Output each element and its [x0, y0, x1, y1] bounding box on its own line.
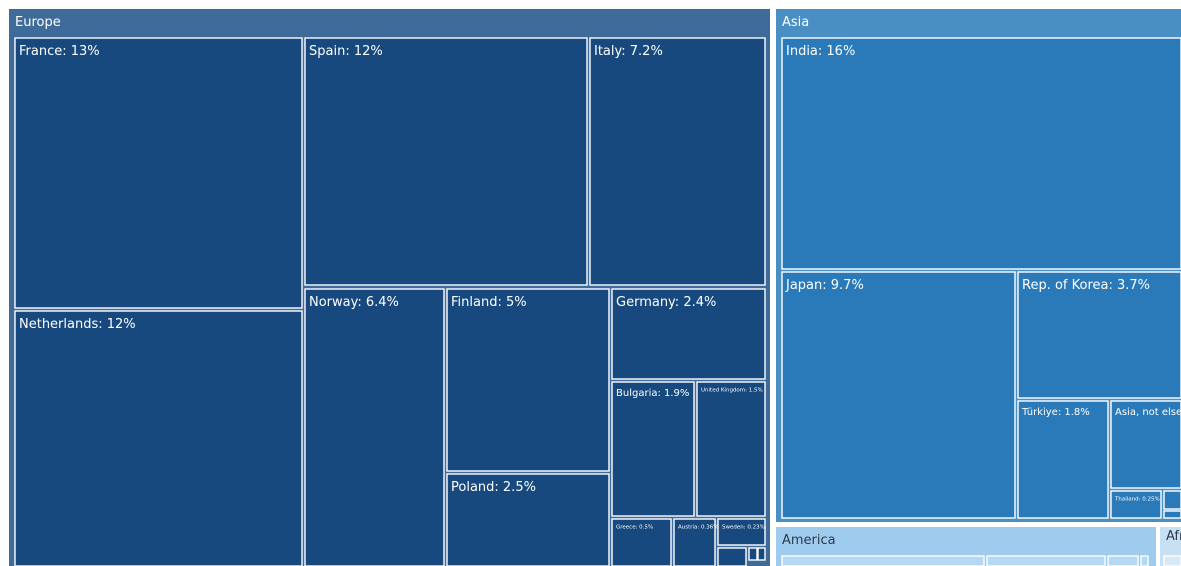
cell-label: Norway: 6.4% — [309, 295, 399, 310]
cell-label: Rep. of Korea: 3.7% — [1022, 278, 1150, 293]
cell-label: Italy: 7.2% — [594, 44, 663, 59]
cell-label: Japan: 9.7% — [785, 278, 864, 293]
treemap-cell-finland[interactable] — [446, 288, 610, 472]
treemap-cell-bulgaria[interactable] — [611, 381, 695, 517]
treemap-cell-unlabeled[interactable] — [717, 547, 747, 566]
group-afric: Afric — [1160, 527, 1181, 566]
cell-label: Poland: 2.5% — [451, 480, 536, 495]
treemap-cell-t-rkiye[interactable] — [1017, 400, 1109, 519]
cell-label: Austria: 0.36% — [678, 525, 719, 531]
group-label: Asia — [782, 15, 809, 30]
cell-label: India: 16% — [786, 44, 855, 59]
treemap-cell-unlabeled[interactable] — [1140, 555, 1149, 566]
treemap-cell-unlabeled[interactable] — [748, 547, 758, 561]
cell-label: Spain: 12% — [309, 44, 383, 59]
group-label: America — [782, 533, 836, 548]
group-label: Europe — [15, 15, 61, 30]
cell-label: Finland: 5% — [451, 295, 527, 310]
cell-label: Bulgaria: 1.9% — [616, 388, 689, 399]
cell-label: Greece: 0.5% — [616, 525, 653, 531]
treemap-cell-unlabeled[interactable] — [1163, 510, 1181, 519]
cell-label: United Kingdom: 1.5% — [701, 388, 763, 394]
cell-label: Netherlands: 12% — [19, 317, 136, 332]
cell-label: Sweden: 0.23% — [722, 525, 765, 531]
cell-label: Germany: 2.4% — [616, 295, 716, 310]
treemap-chart: Europe France: 13% Netherlands: 12% Spain: … — [9, 9, 1181, 566]
cell-label: Türkiye: 1.8% — [1021, 407, 1090, 418]
treemap-cell-spain[interactable] — [304, 37, 588, 286]
cell-label: France: 13% — [19, 44, 100, 59]
treemap-cell-unlabeled[interactable] — [1107, 555, 1139, 566]
treemap-cell-thailand[interactable] — [1110, 490, 1162, 519]
treemap-cell-unlabeled[interactable] — [986, 555, 1106, 566]
treemap-cell-india[interactable] — [781, 37, 1181, 270]
group-asia: Asia India: 16% Japan: 9.7% Rep. of Korea: … — [776, 9, 1181, 522]
treemap-cell-unlabeled[interactable] — [1163, 490, 1181, 510]
treemap-cell-unlabeled[interactable] — [1163, 555, 1181, 566]
treemap-cell-united-kingdom[interactable] — [696, 381, 766, 517]
treemap-cell-netherlands[interactable] — [14, 310, 303, 566]
treemap-cell-france[interactable] — [14, 37, 303, 309]
cell-label: Asia, not elsewhere specified: 1.2% — [1115, 407, 1181, 418]
group-europe: Europe France: 13% Netherlands: 12% Spain: … — [9, 9, 770, 566]
treemap-cell-unlabeled[interactable] — [757, 547, 766, 561]
treemap-cell-unlabeled[interactable] — [781, 555, 985, 566]
group-label: Afric — [1166, 529, 1181, 544]
treemap-cell-sweden[interactable] — [717, 518, 766, 546]
treemap-cell-norway[interactable] — [304, 288, 445, 566]
treemap-cell-italy[interactable] — [589, 37, 766, 286]
group-america: America — [776, 527, 1156, 566]
treemap-cell-japan[interactable] — [781, 271, 1016, 519]
cell-label: Thailand: 0.25% — [1114, 497, 1160, 503]
